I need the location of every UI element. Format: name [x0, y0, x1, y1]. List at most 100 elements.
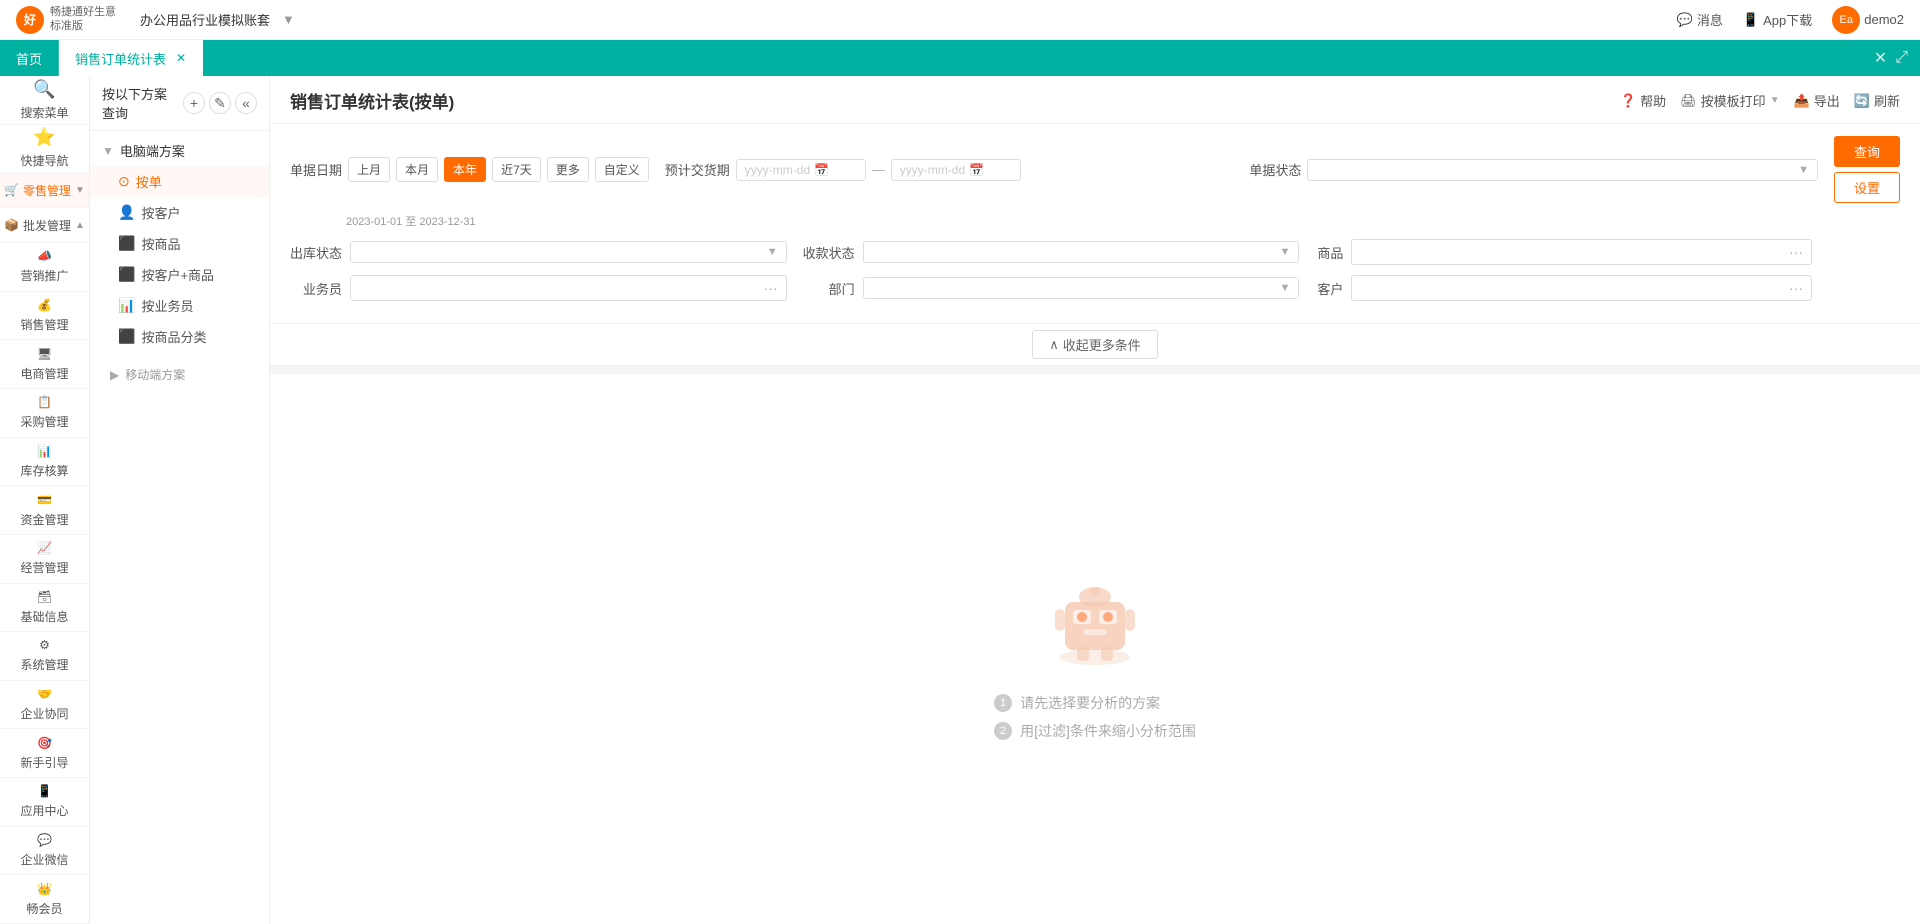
mobile-scheme-group-header[interactable]: ▶ 移动端方案: [90, 360, 269, 389]
payment-status-select[interactable]: ▼: [863, 241, 1300, 263]
app-download-btn[interactable]: 📱 App下载: [1743, 10, 1812, 29]
sidebar-item-inventory[interactable]: 📊 库存核算: [0, 438, 89, 487]
sidebar-item-sales[interactable]: 💰 销售管理: [0, 292, 89, 341]
wechat-icon: 💬: [37, 833, 52, 847]
message-icon: 💬: [1677, 12, 1693, 28]
top-bar-right: 💬 消息 📱 App下载 Ea demo2: [1677, 6, 1904, 34]
page-actions: ❓ 帮助 🖨 按模板打印 ▼ 📤 导出 🔄: [1620, 91, 1900, 110]
user-menu[interactable]: Ea demo2: [1832, 6, 1904, 34]
shipment-status-filter: 出库状态 ▼: [290, 241, 787, 263]
scheme-item-by-order[interactable]: ⊙ 按单: [90, 166, 269, 197]
customer-input[interactable]: ···: [1351, 275, 1812, 301]
customer-filter: 客户 ···: [1315, 275, 1812, 301]
sidebar-item-purchase[interactable]: 📋 采购管理: [0, 389, 89, 438]
add-scheme-btn[interactable]: +: [183, 92, 205, 114]
edit-scheme-btn[interactable]: ✎: [209, 92, 231, 114]
date-btn-7days[interactable]: 近7天: [492, 157, 541, 182]
settings-button[interactable]: 设置: [1834, 172, 1900, 203]
left-panel: 按以下方案查询 + ✎ « ▼ 电脑端方案 ⊙ 按单 👤 按客户: [90, 76, 270, 924]
export-btn[interactable]: 📤 导出: [1794, 91, 1840, 110]
sidebar-item-basic[interactable]: 🗃 基础信息: [0, 584, 89, 633]
sidebar-item-system[interactable]: ⚙ 系统管理: [0, 632, 89, 681]
salesperson-dots-btn[interactable]: ···: [764, 280, 778, 296]
department-label: 部门: [803, 279, 855, 298]
date-input-from[interactable]: yyyy-mm-dd 📅: [736, 159, 866, 181]
date-btn-this-year[interactable]: 本年: [444, 157, 486, 182]
salesperson-input[interactable]: ···: [350, 275, 787, 301]
bill-status-arrow: ▼: [1798, 164, 1809, 176]
date-to-placeholder: yyyy-mm-dd: [900, 163, 965, 177]
sidebar-search[interactable]: 🔍 搜索菜单: [0, 76, 89, 125]
right-main: 销售订单统计表(按单) ❓ 帮助 🖨 按模板打印 ▼ 📤: [270, 76, 1920, 924]
refresh-icon: 🔄: [1854, 93, 1870, 109]
filter-row-2: 出库状态 ▼ 收款状态 ▼: [290, 239, 1900, 265]
tab-close-icon[interactable]: ✕: [176, 51, 186, 65]
bill-status-label: 单据状态: [1249, 160, 1301, 179]
date-btn-last-month[interactable]: 上月: [348, 157, 390, 182]
sidebar-item-enterprise[interactable]: 🤝 企业协同: [0, 681, 89, 730]
collapse-more-btn[interactable]: ∧ 收起更多条件: [1032, 330, 1158, 359]
tab-home[interactable]: 首页: [0, 40, 59, 76]
salesperson-label: 业务员: [290, 279, 342, 298]
members-icon: 👑: [37, 882, 52, 896]
top-bar: 好 畅捷通好生意 标准版 办公用品行业模拟账套 ▼ 💬 消息 📱 App下载 E…: [0, 0, 1920, 40]
expected-delivery-label: 预计交货期: [665, 160, 730, 179]
customer-dots-btn[interactable]: ···: [1789, 280, 1803, 296]
filter-container: 销售订单统计表(按单) ❓ 帮助 🖨 按模板打印 ▼ 📤: [270, 76, 1920, 366]
sidebar-item-marketing[interactable]: 📣 营销推广: [0, 243, 89, 292]
top-bar-left: 好 畅捷通好生意 标准版 办公用品行业模拟账套 ▼: [16, 6, 295, 34]
sidebar-item-newbie[interactable]: 🎯 新手引导: [0, 729, 89, 778]
title-dropdown-icon[interactable]: ▼: [282, 12, 295, 27]
help-btn[interactable]: ❓ 帮助: [1620, 91, 1666, 110]
bill-status-select[interactable]: ▼: [1307, 159, 1818, 181]
scheme-item-by-salesperson[interactable]: 📊 按业务员: [90, 290, 269, 321]
sidebar-item-wechat[interactable]: 💬 企业微信: [0, 827, 89, 876]
filter-rows: 单据日期 上月 本月 本年 近7天 更多 自定义 预计交货期 y: [270, 124, 1920, 323]
shipment-status-label: 出库状态: [290, 243, 342, 262]
print-btn[interactable]: 🖨 按模板打印 ▼: [1680, 91, 1779, 110]
date-input-to[interactable]: yyyy-mm-dd 📅: [891, 159, 1021, 181]
collapse-panel-btn[interactable]: «: [235, 92, 257, 114]
goods-icon: ⬛: [118, 235, 135, 252]
query-button[interactable]: 查询: [1834, 136, 1900, 167]
pc-scheme-group-header[interactable]: ▼ 电脑端方案: [90, 135, 269, 166]
date-btn-more[interactable]: 更多: [547, 157, 589, 182]
sidebar: 🔍 搜索菜单 ⭐ 快捷导航 🛒 零售管理 ▼ 📦 批发管理 ▲ 📣 营销推广 💰…: [0, 76, 90, 924]
export-icon: 📤: [1794, 93, 1810, 109]
filter-row-3: 业务员 ··· 部门 ▼: [290, 275, 1900, 301]
scheme-item-by-customer[interactable]: 👤 按客户: [90, 197, 269, 228]
sidebar-item-retail[interactable]: 🛒 零售管理 ▼: [0, 173, 89, 208]
chevron-down-icon: ▼: [102, 144, 114, 158]
scheme-item-by-customer-goods[interactable]: ⬛ 按客户+商品: [90, 259, 269, 290]
scheme-item-by-goods-category[interactable]: ⬛ 按商品分类: [90, 321, 269, 352]
tab-close-all-btn[interactable]: ✕: [1874, 48, 1887, 68]
department-select[interactable]: ▼: [863, 277, 1300, 299]
goods-input[interactable]: ···: [1351, 239, 1812, 265]
sidebar-item-operations[interactable]: 📈 经营管理: [0, 535, 89, 584]
sidebar-item-members[interactable]: 👑 畅会员: [0, 875, 89, 924]
shipment-status-select[interactable]: ▼: [350, 241, 787, 263]
logo-text: 畅捷通好生意 标准版: [50, 6, 116, 32]
date-btn-this-month[interactable]: 本月: [396, 157, 438, 182]
tab-sales-order-stats[interactable]: 销售订单统计表 ✕: [59, 40, 203, 76]
tab-maximize-btn[interactable]: ⤢: [1895, 49, 1908, 67]
hint-num-2: 2: [994, 722, 1012, 740]
system-icon: ⚙: [39, 638, 50, 652]
sidebar-shortcut[interactable]: ⭐ 快捷导航: [0, 125, 89, 174]
logo-area: 好 畅捷通好生意 标准版: [16, 6, 116, 34]
sidebar-item-wholesale[interactable]: 📦 批发管理 ▲: [0, 208, 89, 243]
empty-hints: 1 请先选择要分析的方案 2 用[过滤]条件来缩小分析范围: [994, 693, 1196, 741]
refresh-btn[interactable]: 🔄 刷新: [1854, 91, 1900, 110]
sidebar-item-finance[interactable]: 💳 资金管理: [0, 486, 89, 535]
calendar-icon-from: 📅: [814, 163, 829, 177]
goods-dots-btn[interactable]: ···: [1789, 244, 1803, 260]
sidebar-item-appstore[interactable]: 📱 应用中心: [0, 778, 89, 827]
scheme-item-by-goods[interactable]: ⬛ 按商品: [90, 228, 269, 259]
date-btn-custom[interactable]: 自定义: [595, 157, 649, 182]
page-title: 销售订单统计表(按单): [290, 88, 454, 113]
marketing-icon: 📣: [37, 249, 52, 263]
sidebar-item-ecommerce[interactable]: 🖥 电商管理: [0, 340, 89, 389]
message-btn[interactable]: 💬 消息: [1677, 10, 1723, 29]
salesperson-filter: 业务员 ···: [290, 275, 787, 301]
wholesale-icon: 📦: [4, 218, 19, 232]
